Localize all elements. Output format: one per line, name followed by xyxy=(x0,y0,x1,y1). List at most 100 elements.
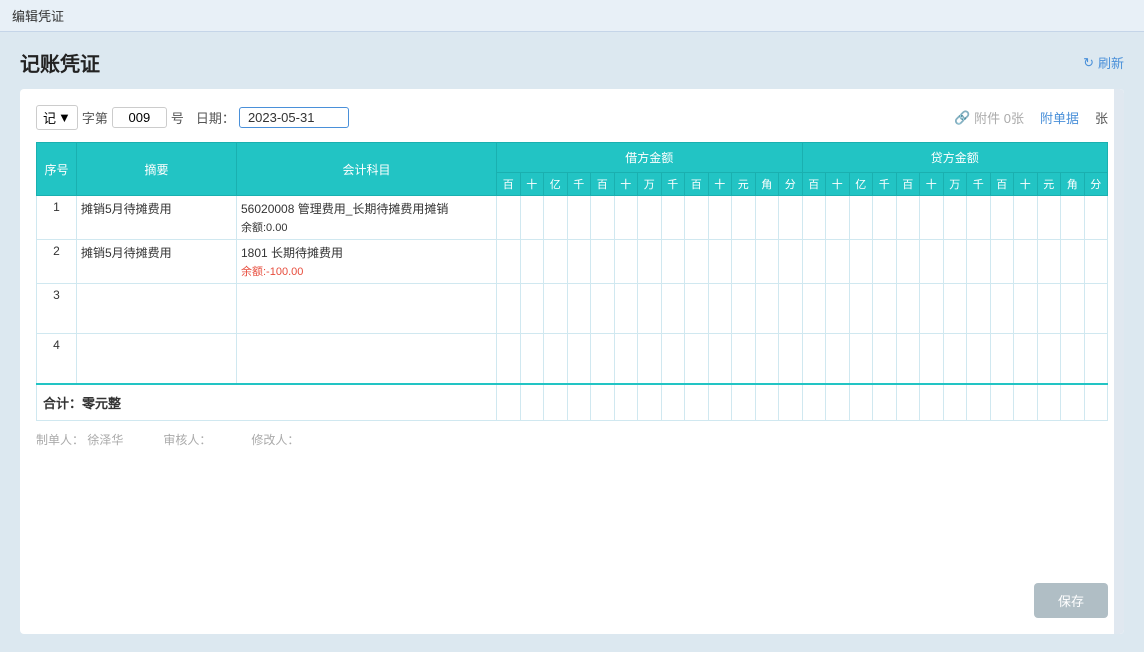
row-c3-1[interactable] xyxy=(849,196,873,240)
table-row: 4 xyxy=(37,334,1108,384)
refresh-button[interactable]: ↻ 刷新 xyxy=(1083,53,1124,72)
th-c-qian1: 千 xyxy=(873,173,897,196)
table-row: 1 摊销5月待摊费用 56020008 管理费用_长期待摊费用摊销 余额:0.0… xyxy=(37,196,1108,240)
th-d-shi: 十 xyxy=(520,173,544,196)
row-seq-1: 1 xyxy=(37,196,77,240)
row-d2-1[interactable] xyxy=(520,196,544,240)
row-c2-1[interactable] xyxy=(826,196,850,240)
row-c10-1[interactable] xyxy=(1014,196,1038,240)
row-account-3[interactable] xyxy=(237,284,497,334)
th-d-qian2: 千 xyxy=(661,173,685,196)
row-c7-2[interactable] xyxy=(943,240,967,284)
row-c13-2[interactable] xyxy=(1084,240,1108,284)
attach-single-label[interactable]: 附单据 xyxy=(1040,108,1079,127)
row-c3-2[interactable] xyxy=(849,240,873,284)
row-summary-3[interactable] xyxy=(77,284,237,334)
row-d10-2[interactable] xyxy=(708,240,732,284)
date-input[interactable] xyxy=(239,107,349,128)
row-c9-1[interactable] xyxy=(990,196,1014,240)
row-d13-2[interactable] xyxy=(779,240,803,284)
row-c8-1[interactable] xyxy=(967,196,991,240)
row-account-4[interactable] xyxy=(237,334,497,384)
voucher-type-group: 记 ▼ 字第 号 xyxy=(36,105,184,130)
row-d3-1[interactable] xyxy=(544,196,568,240)
row-c8-2[interactable] xyxy=(967,240,991,284)
row-account-1[interactable]: 56020008 管理费用_长期待摊费用摊销 余额:0.00 xyxy=(237,196,497,240)
row-d13-1[interactable] xyxy=(779,196,803,240)
row-d5-1[interactable] xyxy=(591,196,615,240)
row-c7-1[interactable] xyxy=(943,196,967,240)
row-c12-1[interactable] xyxy=(1061,196,1085,240)
row-seq-2: 2 xyxy=(37,240,77,284)
row-d6-2[interactable] xyxy=(614,240,638,284)
th-c-shi2: 十 xyxy=(1014,173,1038,196)
th-d-fen: 分 xyxy=(779,173,803,196)
row-d8-1[interactable] xyxy=(661,196,685,240)
th-c-bai1: 百 xyxy=(896,173,920,196)
row-d10-1[interactable] xyxy=(708,196,732,240)
th-c-shi1: 十 xyxy=(920,173,944,196)
th-account: 会计科目 xyxy=(237,143,497,196)
total-row: 合计：零元整 xyxy=(37,384,1108,421)
row-summary-4[interactable] xyxy=(77,334,237,384)
voucher-number-input[interactable] xyxy=(112,107,167,128)
row-c1-1[interactable] xyxy=(802,196,826,240)
row-c10-2[interactable] xyxy=(1014,240,1038,284)
row-c12-2[interactable] xyxy=(1061,240,1085,284)
row-d8-2[interactable] xyxy=(661,240,685,284)
th-c-yi: 亿 xyxy=(849,173,873,196)
scrollbar[interactable] xyxy=(1114,89,1124,634)
voucher-type-value: 记 xyxy=(43,108,56,127)
row-d11-2[interactable] xyxy=(732,240,756,284)
maker-label: 制单人： 徐泽华 xyxy=(36,431,123,448)
th-d-shi2: 十 xyxy=(708,173,732,196)
th-d-bai: 百 xyxy=(497,173,521,196)
row-c13-1[interactable] xyxy=(1084,196,1108,240)
row-d11-1[interactable] xyxy=(732,196,756,240)
row-d9-2[interactable] xyxy=(685,240,709,284)
row-d4-2[interactable] xyxy=(567,240,591,284)
row-c9-2[interactable] xyxy=(990,240,1014,284)
row-c4-1[interactable] xyxy=(873,196,897,240)
row-summary-2[interactable]: 摊销5月待摊费用 xyxy=(77,240,237,284)
row-d1-2[interactable] xyxy=(497,240,521,284)
row-c1-2[interactable] xyxy=(802,240,826,284)
attachment-link[interactable]: 🔗 附件 0张 xyxy=(954,108,1024,127)
row-c4-2[interactable] xyxy=(873,240,897,284)
row-c11-1[interactable] xyxy=(1037,196,1061,240)
table-row: 2 摊销5月待摊费用 1801 长期待摊费用 余额:-100.00 xyxy=(37,240,1108,284)
row-c11-2[interactable] xyxy=(1037,240,1061,284)
attachment-area: 🔗 附件 0张 附单据 张 xyxy=(954,108,1108,127)
row-d2-2[interactable] xyxy=(520,240,544,284)
row-d4-1[interactable] xyxy=(567,196,591,240)
row-d9-1[interactable] xyxy=(685,196,709,240)
row-d12-1[interactable] xyxy=(755,196,779,240)
row-c5-1[interactable] xyxy=(896,196,920,240)
row-account-2[interactable]: 1801 长期待摊费用 余额:-100.00 xyxy=(237,240,497,284)
footer-bar: 制单人： 徐泽华 审核人： 修改人： xyxy=(36,431,1108,448)
table-row: 3 xyxy=(37,284,1108,334)
row-d3-2[interactable] xyxy=(544,240,568,284)
voucher-card: 记 ▼ 字第 号 日期： 🔗 附件 0张 附单据 张 xyxy=(20,89,1124,634)
voucher-info-bar: 记 ▼ 字第 号 日期： 🔗 附件 0张 附单据 张 xyxy=(36,105,1108,130)
save-button[interactable]: 保存 xyxy=(1034,583,1108,618)
attachment-count-label: 附件 0张 xyxy=(974,108,1024,127)
row-c6-1[interactable] xyxy=(920,196,944,240)
th-c-bai2: 百 xyxy=(990,173,1014,196)
row-c6-2[interactable] xyxy=(920,240,944,284)
row-d7-2[interactable] xyxy=(638,240,662,284)
row-d12-2[interactable] xyxy=(755,240,779,284)
voucher-type-select[interactable]: 记 ▼ xyxy=(36,105,78,130)
row-summary-1[interactable]: 摊销5月待摊费用 xyxy=(77,196,237,240)
row-d6-1[interactable] xyxy=(614,196,638,240)
th-c-shi: 十 xyxy=(826,173,850,196)
row-d5-2[interactable] xyxy=(591,240,615,284)
th-c-qian2: 千 xyxy=(967,173,991,196)
main-container: 记账凭证 ↻ 刷新 记 ▼ 字第 号 日期： 🔗 xyxy=(0,32,1144,652)
row-d7-1[interactable] xyxy=(638,196,662,240)
page-title: 记账凭证 xyxy=(20,48,100,77)
voucher-table: 序号 摘要 会计科目 借方金额 贷方金额 百 十 亿 千 百 十 万 千 百 十 xyxy=(36,142,1108,421)
row-d1-1[interactable] xyxy=(497,196,521,240)
row-c2-2[interactable] xyxy=(826,240,850,284)
row-c5-2[interactable] xyxy=(896,240,920,284)
